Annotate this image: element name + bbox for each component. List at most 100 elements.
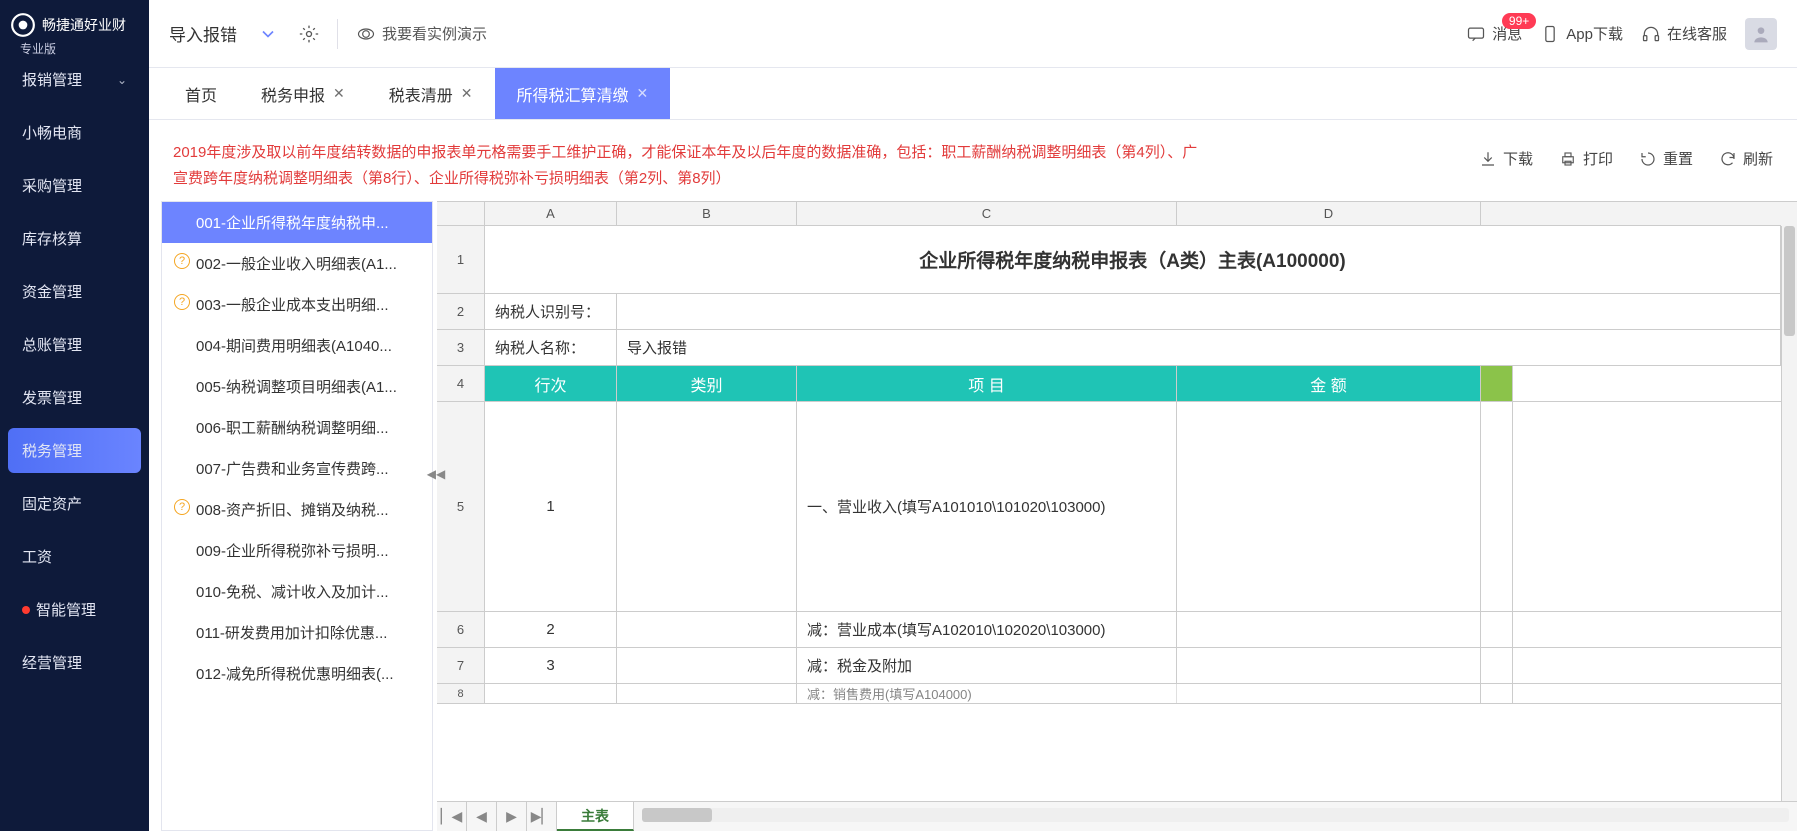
tab-tax-form-book[interactable]: 税表清册✕ bbox=[367, 68, 495, 119]
form-item-009[interactable]: 009-企业所得税弥补亏损明... bbox=[162, 530, 432, 571]
cell-r6-type[interactable] bbox=[617, 612, 797, 647]
row-head-8[interactable]: 8 bbox=[437, 684, 485, 703]
form-item-011[interactable]: 011-研发费用加计扣除优惠... bbox=[162, 612, 432, 653]
tab-tax-declare[interactable]: 税务申报✕ bbox=[239, 68, 367, 119]
reset-button[interactable]: 重置 bbox=[1639, 148, 1693, 169]
cell-r7-type[interactable] bbox=[617, 648, 797, 683]
cell-r7-amount[interactable] bbox=[1177, 648, 1481, 683]
print-button[interactable]: 打印 bbox=[1559, 148, 1613, 169]
avatar[interactable] bbox=[1745, 18, 1777, 50]
col-head-d[interactable]: D bbox=[1177, 202, 1481, 225]
header-row[interactable]: 行次 bbox=[485, 366, 617, 401]
cell-r8-extra[interactable] bbox=[1481, 684, 1513, 703]
header-type[interactable]: 类别 bbox=[617, 366, 797, 401]
nav-item-tax[interactable]: 税务管理 bbox=[8, 428, 141, 473]
close-icon[interactable]: ✕ bbox=[333, 85, 345, 102]
nav-item-operations[interactable]: 经营管理 bbox=[0, 636, 149, 689]
cell-r6-item[interactable]: 减：营业成本(填写A102010\102020\103000) bbox=[797, 612, 1177, 647]
form-item-010[interactable]: 010-免税、减计收入及加计... bbox=[162, 571, 432, 612]
close-icon[interactable]: ✕ bbox=[461, 85, 473, 102]
form-item-005[interactable]: 005-纳税调整项目明细表(A1... bbox=[162, 366, 432, 407]
scroll-thumb[interactable] bbox=[1784, 226, 1795, 336]
sheet-nav-next[interactable]: ▶ bbox=[497, 802, 527, 831]
grid-corner[interactable] bbox=[437, 202, 485, 226]
planet-icon bbox=[356, 24, 376, 44]
close-icon[interactable]: ✕ bbox=[637, 85, 649, 102]
form-item-001[interactable]: 001-企业所得税年度纳税申... bbox=[162, 202, 432, 243]
download-icon bbox=[1479, 150, 1497, 168]
row-head-3[interactable]: 3 bbox=[437, 330, 485, 365]
cell-r7-extra[interactable] bbox=[1481, 648, 1513, 683]
cell-r7-row[interactable]: 3 bbox=[485, 648, 617, 683]
messages-button[interactable]: 消息 99+ bbox=[1466, 23, 1522, 44]
sheet-title[interactable]: 企业所得税年度纳税申报表（A类）主表(A100000) bbox=[485, 226, 1781, 293]
app-download-button[interactable]: App下载 bbox=[1540, 23, 1623, 44]
header-item[interactable]: 项 目 bbox=[797, 366, 1177, 401]
cell-r8-amount[interactable] bbox=[1177, 684, 1481, 703]
question-icon: ? bbox=[174, 294, 190, 310]
nav-item-ledger[interactable]: 总账管理 bbox=[0, 318, 149, 371]
collapse-panel-button[interactable]: ◀◀ bbox=[427, 461, 445, 487]
question-icon: ? bbox=[174, 499, 190, 515]
row-head-2[interactable]: 2 bbox=[437, 294, 485, 329]
nav-item-ecommerce[interactable]: 小畅电商 bbox=[0, 106, 149, 159]
cell-r6-amount[interactable] bbox=[1177, 612, 1481, 647]
cell-r8-item[interactable]: 减：销售费用(填写A104000) bbox=[797, 684, 1177, 703]
cell-r5-extra[interactable] bbox=[1481, 402, 1513, 611]
cell-r5-row[interactable]: 1 bbox=[485, 402, 617, 611]
form-item-012[interactable]: 012-减免所得税优惠明细表(... bbox=[162, 653, 432, 694]
customer-service-button[interactable]: 在线客服 bbox=[1641, 23, 1727, 44]
form-item-008[interactable]: ?008-资产折旧、摊销及纳税... bbox=[162, 489, 432, 530]
horizontal-scrollbar[interactable] bbox=[642, 808, 1789, 822]
vertical-scrollbar[interactable] bbox=[1781, 226, 1797, 801]
form-item-002[interactable]: ?002-一般企业收入明细表(A1... bbox=[162, 243, 432, 284]
header-extra[interactable] bbox=[1481, 366, 1513, 401]
nav-item-cutoff[interactable]: 报销管理⌄ bbox=[0, 65, 149, 106]
cell-r8-row[interactable] bbox=[485, 684, 617, 703]
cell-r5-item[interactable]: 一、营业收入(填写A101010\101020\103000) bbox=[797, 402, 1177, 611]
nav-item-smart[interactable]: 智能管理 bbox=[0, 583, 149, 636]
sheet-nav-first[interactable]: ▏◀ bbox=[437, 802, 467, 831]
row-head-5[interactable]: 5 bbox=[437, 402, 485, 611]
cell-r6-row[interactable]: 2 bbox=[485, 612, 617, 647]
form-item-003[interactable]: ?003-一般企业成本支出明细... bbox=[162, 284, 432, 325]
row-head-4[interactable]: 4 bbox=[437, 366, 485, 401]
form-list: 001-企业所得税年度纳税申... ?002-一般企业收入明细表(A1... ?… bbox=[161, 201, 433, 831]
nav-item-purchase[interactable]: 采购管理 bbox=[0, 159, 149, 212]
refresh-button[interactable]: 刷新 bbox=[1719, 148, 1773, 169]
col-head-a[interactable]: A bbox=[485, 202, 617, 225]
nav-item-asset[interactable]: 固定资产 bbox=[0, 477, 149, 530]
cell-r5-amount[interactable] bbox=[1177, 402, 1481, 611]
sheet-nav-last[interactable]: ▶▏ bbox=[527, 802, 557, 831]
row-head-6[interactable]: 6 bbox=[437, 612, 485, 647]
cell-name-value[interactable]: 导入报错 bbox=[617, 330, 1781, 365]
nav-item-salary[interactable]: 工资 bbox=[0, 530, 149, 583]
sheet-tab-main[interactable]: 主表 bbox=[557, 802, 634, 831]
col-head-b[interactable]: B bbox=[617, 202, 797, 225]
cell-taxid-label[interactable]: 纳税人识别号： bbox=[485, 294, 617, 329]
nav-item-inventory[interactable]: 库存核算 bbox=[0, 212, 149, 265]
cell-name-label[interactable]: 纳税人名称： bbox=[485, 330, 617, 365]
cell-r5-type[interactable] bbox=[617, 402, 797, 611]
form-item-006[interactable]: 006-职工薪酬纳税调整明细... bbox=[162, 407, 432, 448]
tab-home[interactable]: 首页 bbox=[163, 68, 239, 119]
form-item-007[interactable]: 007-广告费和业务宣传费跨... bbox=[162, 448, 432, 489]
nav-item-invoice[interactable]: 发票管理 bbox=[0, 371, 149, 424]
row-head-1[interactable]: 1 bbox=[437, 226, 485, 293]
nav-item-fund[interactable]: 资金管理 bbox=[0, 265, 149, 318]
cell-taxid-value[interactable] bbox=[617, 294, 1781, 329]
demo-link[interactable]: 我要看实例演示 bbox=[356, 23, 487, 44]
cell-r6-extra[interactable] bbox=[1481, 612, 1513, 647]
col-head-c[interactable]: C bbox=[797, 202, 1177, 225]
form-item-004[interactable]: 004-期间费用明细表(A1040... bbox=[162, 325, 432, 366]
tab-income-tax-settle[interactable]: 所得税汇算清缴✕ bbox=[495, 68, 671, 119]
cell-r7-item[interactable]: 减：税金及附加 bbox=[797, 648, 1177, 683]
cell-r8-type[interactable] bbox=[617, 684, 797, 703]
gear-icon[interactable] bbox=[299, 24, 319, 44]
download-button[interactable]: 下载 bbox=[1479, 148, 1533, 169]
chevron-down-icon[interactable] bbox=[255, 24, 281, 44]
header-amount[interactable]: 金 额 bbox=[1177, 366, 1481, 401]
sheet-nav-prev[interactable]: ◀ bbox=[467, 802, 497, 831]
row-head-7[interactable]: 7 bbox=[437, 648, 485, 683]
scroll-thumb[interactable] bbox=[642, 808, 712, 822]
